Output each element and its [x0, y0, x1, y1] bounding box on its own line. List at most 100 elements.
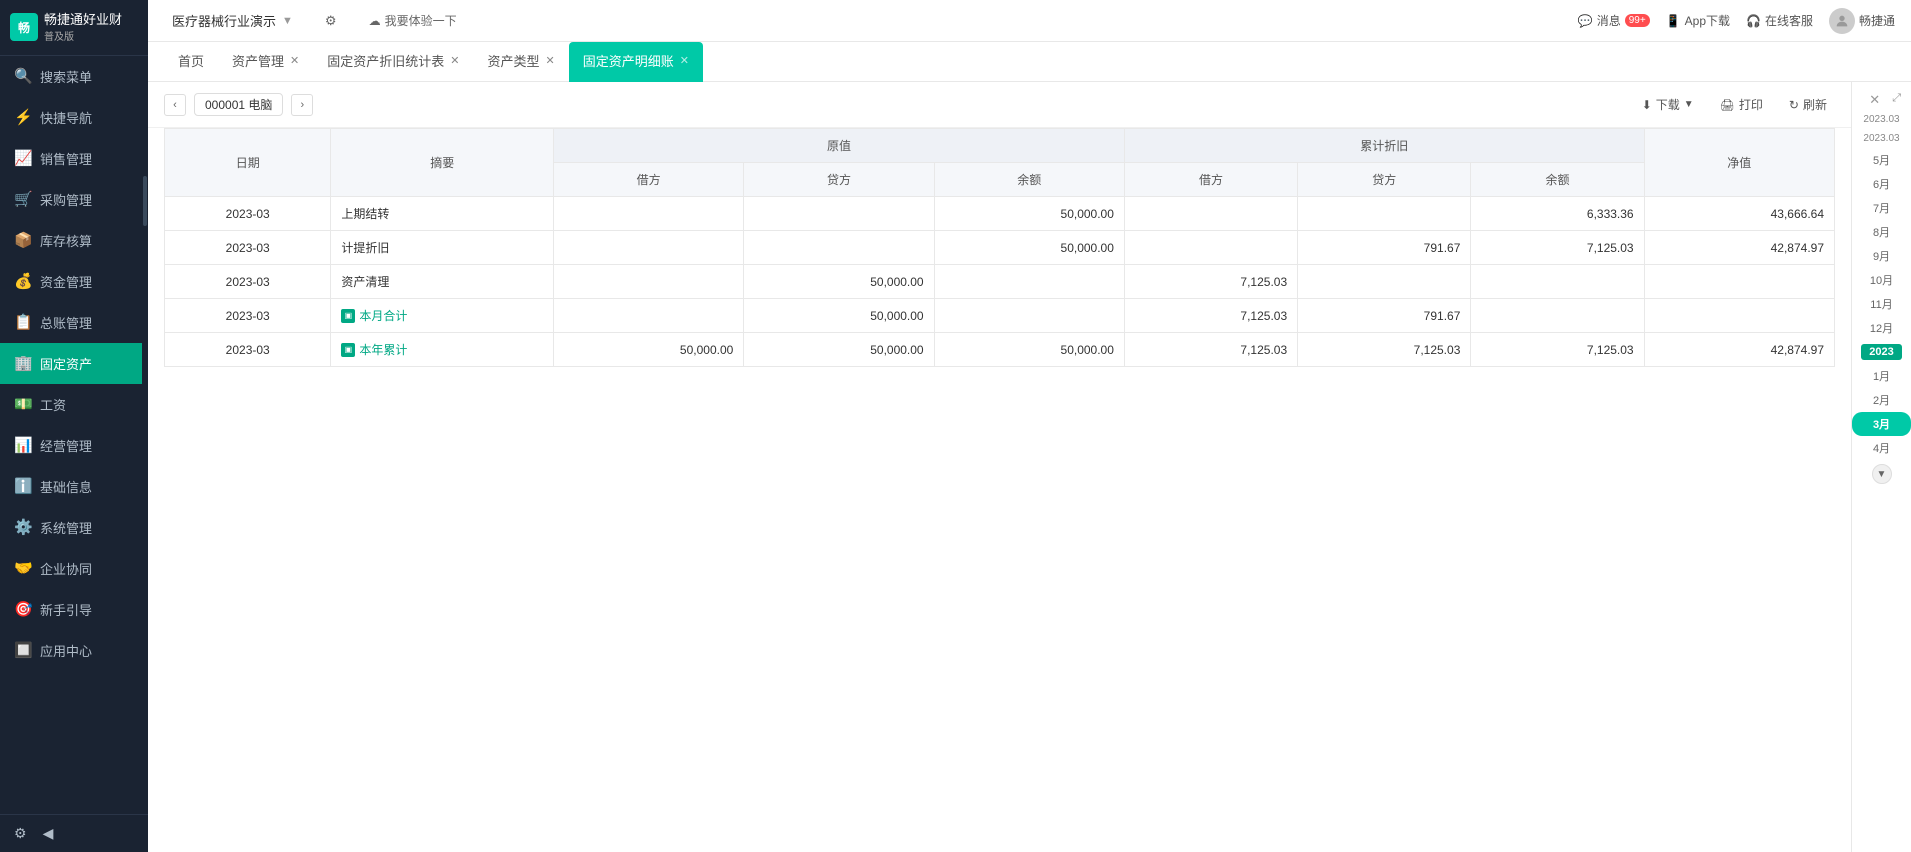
- sidebar-nav: 🔍 搜索菜单 ⚡ 快捷导航 📈 销售管理 🛒 采购管理 📦 库存核算 💰: [0, 56, 142, 814]
- appcenter-icon: 🔲: [14, 641, 32, 659]
- sidebar-bottom: ⚙ ◀: [0, 814, 148, 852]
- timeline-month-7[interactable]: 7月: [1852, 196, 1911, 220]
- tab-asset-detail[interactable]: 固定资产明细账 ✕: [569, 42, 703, 82]
- th-accum-credit: 贷方: [1298, 163, 1471, 197]
- refresh-btn[interactable]: ↻ 刷新: [1781, 92, 1835, 117]
- sidebar-item-appcenter[interactable]: 🔲 应用中心: [0, 630, 142, 671]
- timeline-month-6[interactable]: 6月: [1852, 172, 1911, 196]
- capital-icon: 💰: [14, 272, 32, 290]
- sidebar-item-ledger[interactable]: 📋 总账管理: [0, 302, 142, 343]
- asset-actions: ⬇ 下载 ▼ 🖨 打印 ↻ 刷新: [1634, 92, 1835, 117]
- timeline-month-5[interactable]: 5月: [1852, 148, 1911, 172]
- th-original-value: 原值: [554, 129, 1125, 163]
- th-orig-debit: 借方: [554, 163, 744, 197]
- header-right: 💬 消息 99+ 📱 App下载 🎧 在线客服 畅捷通: [1578, 8, 1895, 34]
- project-name: 医疗器械行业演示: [172, 11, 276, 30]
- th-net-value: 净值: [1644, 129, 1834, 197]
- sidebar-item-sysadmin[interactable]: ⚙️ 系统管理: [0, 507, 142, 548]
- fixedassets-icon: 🏢: [14, 354, 32, 372]
- settings-icon[interactable]: ⚙: [14, 825, 27, 842]
- download-btn[interactable]: ⬇ 下载 ▼: [1634, 92, 1702, 117]
- project-selector[interactable]: 医疗器械行业演示 ▼: [164, 7, 301, 34]
- download-icon: 📱: [1666, 14, 1681, 28]
- th-accum-balance: 余额: [1471, 163, 1644, 197]
- timeline-month-9[interactable]: 9月: [1852, 244, 1911, 268]
- message-btn[interactable]: 💬 消息 99+: [1578, 12, 1650, 29]
- th-orig-balance: 余额: [934, 163, 1124, 197]
- asset-nav: ‹ 000001 电脑 › ⬇ 下载 ▼ 🖨 打印 ↻ 刷新: [148, 82, 1851, 128]
- current-year-badge: 2023: [1861, 344, 1901, 360]
- table-row: 2023-03资产清理50,000.007,125.03: [165, 265, 1835, 299]
- table-row: 2023-03上期结转50,000.006,333.3643,666.64: [165, 197, 1835, 231]
- gear-icon: ⚙: [325, 13, 337, 29]
- quicknav-icon: ⚡: [14, 108, 32, 126]
- panel-controls: ✕ ⤢: [1852, 90, 1911, 110]
- timeline-scroll-down[interactable]: ▼: [1872, 464, 1892, 484]
- salary-icon: 💵: [14, 395, 32, 413]
- sidebar-scrollbar-thumb: [143, 176, 147, 226]
- basicinfo-icon: ℹ️: [14, 477, 32, 495]
- sidebar-item-newguide[interactable]: 🎯 新手引导: [0, 589, 142, 630]
- timeline-month-1[interactable]: 1月: [1852, 364, 1911, 388]
- main-content: 医疗器械行业演示 ▼ ⚙ ☁ 我要体验一下 💬 消息 99+ 📱 App下载 🎧…: [148, 0, 1911, 852]
- sidebar-item-fixedassets[interactable]: 🏢 固定资产: [0, 343, 142, 384]
- settings-gear-btn[interactable]: ⚙: [317, 9, 345, 33]
- table-row: 2023-03▣ 本年累计50,000.0050,000.0050,000.00…: [165, 333, 1835, 367]
- timeline-month-8[interactable]: 8月: [1852, 220, 1911, 244]
- logo-text: 畅捷通好业财 普及版: [44, 12, 122, 43]
- sidebar-item-quicknav[interactable]: ⚡ 快捷导航: [0, 97, 142, 138]
- th-date: 日期: [165, 129, 331, 197]
- sidebar-item-search[interactable]: 🔍 搜索菜单: [0, 56, 142, 97]
- online-service-btn[interactable]: 🎧 在线客服: [1746, 12, 1813, 29]
- content-wrapper: ‹ 000001 电脑 › ⬇ 下载 ▼ 🖨 打印 ↻ 刷新: [148, 82, 1911, 852]
- sidebar-logo: 畅 畅捷通好业财 普及版: [0, 0, 148, 56]
- tab-depreciation-close[interactable]: ✕: [450, 54, 459, 67]
- th-orig-credit: 贷方: [744, 163, 934, 197]
- tab-depreciation-stats[interactable]: 固定资产折旧统计表 ✕: [313, 42, 473, 82]
- timeline-month-11[interactable]: 11月: [1852, 292, 1911, 316]
- tab-home[interactable]: 首页: [164, 42, 218, 82]
- sidebar-item-capital[interactable]: 💰 资金管理: [0, 261, 142, 302]
- tab-asset-detail-close[interactable]: ✕: [680, 54, 689, 67]
- message-badge: 99+: [1625, 14, 1650, 27]
- sidebar-item-basicinfo[interactable]: ℹ️ 基础信息: [0, 466, 142, 507]
- collapse-icon[interactable]: ◀: [43, 825, 54, 842]
- enterprise-icon: 🤝: [14, 559, 32, 577]
- purchase-icon: 🛒: [14, 190, 32, 208]
- close-panel-btn[interactable]: ✕: [1863, 92, 1886, 108]
- expand-panel-btn[interactable]: ⤢: [1886, 92, 1907, 108]
- logo-icon: 畅: [10, 13, 38, 41]
- timeline-month-12[interactable]: 12月: [1852, 316, 1911, 340]
- timeline-month-2[interactable]: 2月: [1852, 388, 1911, 412]
- search-icon: 🔍: [14, 67, 32, 85]
- tab-asset-type-close[interactable]: ✕: [546, 54, 555, 67]
- sidebar-item-purchase[interactable]: 🛒 采购管理: [0, 179, 142, 220]
- tab-assets-close[interactable]: ✕: [290, 54, 299, 67]
- table-row: 2023-03▣ 本月合计50,000.007,125.03791.67: [165, 299, 1835, 333]
- next-asset-btn[interactable]: ›: [291, 94, 313, 116]
- ledger-table-container: 日期 摘要 原值 累计折旧 净值 借方 贷方 余额 借方 贷方 余额: [148, 128, 1851, 852]
- timeline-year-header-2: 2023.03: [1852, 129, 1911, 148]
- print-btn[interactable]: 🖨 打印: [1712, 92, 1771, 117]
- experience-button[interactable]: ☁ 我要体验一下: [361, 8, 465, 33]
- sidebar-item-inventory[interactable]: 📦 库存核算: [0, 220, 142, 261]
- ledger-table: 日期 摘要 原值 累计折旧 净值 借方 贷方 余额 借方 贷方 余额: [164, 128, 1835, 367]
- tab-asset-type[interactable]: 资产类型 ✕: [473, 42, 568, 82]
- sidebar-item-enterprise[interactable]: 🤝 企业协同: [0, 548, 142, 589]
- timeline-month-10[interactable]: 10月: [1852, 268, 1911, 292]
- app-download-btn[interactable]: 📱 App下载: [1666, 12, 1730, 29]
- prev-asset-btn[interactable]: ‹: [164, 94, 186, 116]
- sidebar-item-sales[interactable]: 📈 销售管理: [0, 138, 142, 179]
- timeline-month-3[interactable]: 3月: [1852, 412, 1911, 436]
- download-dropdown-icon: ▼: [1684, 99, 1694, 110]
- sidebar-item-operations[interactable]: 📊 经营管理: [0, 425, 142, 466]
- newguide-icon: 🎯: [14, 600, 32, 618]
- timeline-year-header-1: 2023.03: [1852, 110, 1911, 129]
- sidebar-item-salary[interactable]: 💵 工资: [0, 384, 142, 425]
- th-summary: 摘要: [331, 129, 554, 197]
- asset-detail-content: ‹ 000001 电脑 › ⬇ 下载 ▼ 🖨 打印 ↻ 刷新: [148, 82, 1851, 852]
- ledger-icon: 📋: [14, 313, 32, 331]
- tab-assets[interactable]: 资产管理 ✕: [218, 42, 313, 82]
- timeline-month-4[interactable]: 4月: [1852, 436, 1911, 460]
- user-profile[interactable]: 畅捷通: [1829, 8, 1895, 34]
